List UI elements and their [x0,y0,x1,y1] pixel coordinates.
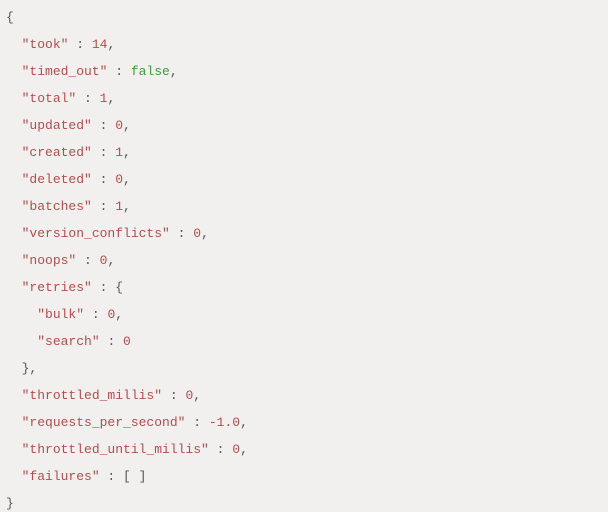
code-token: , [107,91,115,106]
code-token: : [107,64,130,79]
code-token: : [76,253,99,268]
code-token: : [76,91,99,106]
code-token: : [92,118,115,133]
code-token: "failures" [22,469,100,484]
code-token [6,64,22,79]
code-token [6,415,22,430]
code-token: 0 [115,118,123,133]
code-token: , [193,388,201,403]
code-token: , [123,199,131,214]
code-token: 14 [92,37,108,52]
code-token: "timed_out" [22,64,108,79]
code-token: , [201,226,209,241]
code-token: "total" [22,91,77,106]
code-token: "deleted" [22,172,92,187]
code-token: "bulk" [37,307,84,322]
code-token: "throttled_until_millis" [22,442,209,457]
code-token [6,91,22,106]
code-token: , [115,307,123,322]
code-token [6,334,37,349]
code-token: , [170,64,178,79]
code-token: "created" [22,145,92,160]
code-token: "throttled_millis" [22,388,162,403]
code-token: "version_conflicts" [22,226,170,241]
code-token: : [185,415,208,430]
code-token: , [123,172,131,187]
code-token: : [92,172,115,187]
code-token [6,253,22,268]
code-token: 0 [232,442,240,457]
code-token: "requests_per_second" [22,415,186,430]
code-token: : [100,334,123,349]
code-token: 0 [193,226,201,241]
code-token [6,199,22,214]
code-token: } [6,496,14,511]
code-token [6,442,22,457]
code-token: 0 [115,172,123,187]
code-token [6,226,22,241]
code-token [6,469,22,484]
code-token: : [ ] [100,469,147,484]
code-token: : [92,145,115,160]
code-token: 1 [115,199,123,214]
code-token: , [240,442,248,457]
code-token [6,388,22,403]
code-token: false [131,64,170,79]
code-token: , [107,253,115,268]
code-token: "retries" [22,280,92,295]
code-token [6,145,22,160]
code-token: : [68,37,91,52]
code-token: -1.0 [209,415,240,430]
code-token: 1 [115,145,123,160]
code-token: : { [92,280,123,295]
code-token [6,118,22,133]
code-token: , [107,37,115,52]
code-token: "noops" [22,253,77,268]
code-token: : [209,442,232,457]
code-token: : [84,307,107,322]
code-token: , [123,145,131,160]
code-token [6,307,37,322]
code-token: "batches" [22,199,92,214]
code-token: "updated" [22,118,92,133]
code-token [6,37,22,52]
json-response-block: { "took" : 14, "timed_out" : false, "tot… [0,0,608,512]
code-token: { [6,10,14,25]
code-token: : [162,388,185,403]
code-token [6,280,22,295]
code-token [6,172,22,187]
code-token: "took" [22,37,69,52]
code-token: }, [6,361,37,376]
code-token: "search" [37,334,99,349]
code-token: : [92,199,115,214]
code-token: , [240,415,248,430]
code-token: 0 [123,334,131,349]
code-token: : [170,226,193,241]
code-token: , [123,118,131,133]
